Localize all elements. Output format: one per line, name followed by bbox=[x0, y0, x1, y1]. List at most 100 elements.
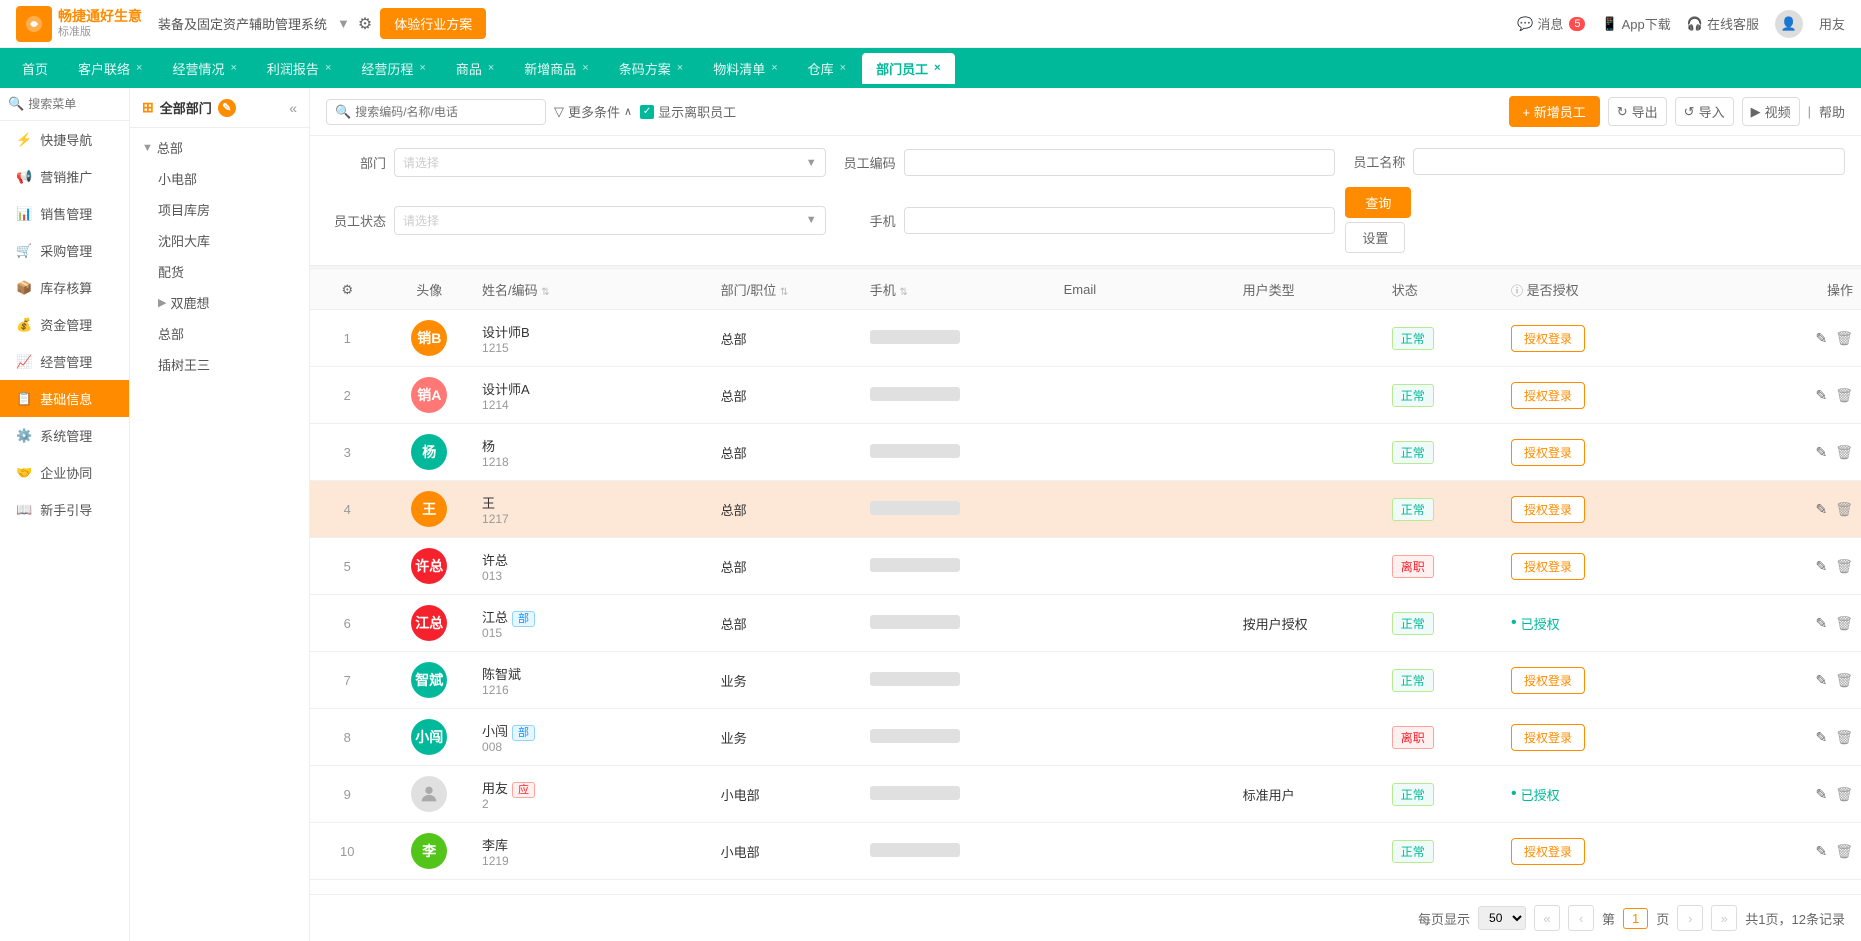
filter-phone-input[interactable] bbox=[904, 207, 1336, 234]
close-history-icon[interactable]: × bbox=[419, 62, 425, 74]
edit-icon[interactable]: ✎ bbox=[1815, 843, 1827, 860]
trial-button[interactable]: 体验行业方案 bbox=[380, 8, 486, 39]
sidebar-item-guide[interactable]: 📖 新手引导 bbox=[0, 491, 129, 528]
sidebar-item-basic[interactable]: 📋 基础信息 bbox=[0, 380, 129, 417]
close-barcode-icon[interactable]: × bbox=[677, 62, 683, 74]
first-page-btn[interactable]: « bbox=[1534, 905, 1560, 931]
settings-gear-icon[interactable]: ⚙ bbox=[341, 282, 353, 297]
phone-sort-icon[interactable]: ⇅ bbox=[899, 287, 907, 298]
close-employees-icon[interactable]: × bbox=[934, 62, 940, 74]
edit-icon[interactable]: ✎ bbox=[1815, 387, 1827, 404]
dept-sort-icon[interactable]: ⇅ bbox=[780, 287, 788, 298]
filter-status-select[interactable]: 请选择 ▼ bbox=[394, 206, 826, 235]
auth-login-button[interactable]: 授权登录 bbox=[1511, 496, 1585, 523]
delete-icon[interactable]: 🗑 bbox=[1835, 330, 1853, 347]
settings-button[interactable]: 设置 bbox=[1345, 222, 1405, 253]
sidebar-item-shortcut[interactable]: ⚡ 快捷导航 bbox=[0, 121, 129, 158]
dept-all-label[interactable]: 全部部门 bbox=[160, 98, 212, 117]
filter-empname-input[interactable] bbox=[1413, 148, 1845, 175]
help-btn[interactable]: 帮助 bbox=[1819, 102, 1845, 121]
tab-barcode[interactable]: 条码方案× bbox=[605, 53, 697, 84]
online-service-btn[interactable]: 🎧 在线客服 bbox=[1687, 14, 1759, 33]
close-goods-icon[interactable]: × bbox=[488, 62, 494, 74]
dept-collapse-btn[interactable]: « bbox=[289, 100, 297, 116]
edit-icon[interactable]: ✎ bbox=[1815, 672, 1827, 689]
sidebar-item-inventory[interactable]: 📦 库存核算 bbox=[0, 269, 129, 306]
system-dropdown-icon[interactable]: ▼ bbox=[337, 16, 350, 31]
close-bom-icon[interactable]: × bbox=[771, 62, 777, 74]
dept-node-chashuwangsan[interactable]: 插树王三 bbox=[130, 349, 309, 380]
message-icon-btn[interactable]: 💬 消息 5 bbox=[1517, 14, 1585, 33]
tab-profit[interactable]: 利润报告× bbox=[253, 53, 345, 84]
sidebar-item-purchase[interactable]: 🛒 采购管理 bbox=[0, 232, 129, 269]
delete-icon[interactable]: 🗑 bbox=[1835, 729, 1853, 746]
delete-icon[interactable]: 🗑 bbox=[1835, 387, 1853, 404]
auth-login-button[interactable]: 授权登录 bbox=[1511, 439, 1585, 466]
close-add-goods-icon[interactable]: × bbox=[582, 62, 588, 74]
name-sort-icon[interactable]: ⇅ bbox=[541, 287, 549, 298]
tab-goods[interactable]: 商品× bbox=[442, 53, 508, 84]
tab-customer[interactable]: 客户联络× bbox=[64, 53, 156, 84]
sidebar-search-input[interactable] bbox=[28, 97, 130, 111]
sidebar-item-marketing[interactable]: 📢 营销推广 bbox=[0, 158, 129, 195]
edit-icon[interactable]: ✎ bbox=[1815, 558, 1827, 575]
delete-icon[interactable]: 🗑 bbox=[1835, 444, 1853, 461]
edit-icon[interactable]: ✎ bbox=[1815, 444, 1827, 461]
resigned-checkbox[interactable]: ✓ bbox=[640, 105, 654, 119]
sidebar-item-operation-mgmt[interactable]: 📈 经营管理 bbox=[0, 343, 129, 380]
show-resigned-toggle[interactable]: ✓ 显示离职员工 bbox=[640, 102, 736, 121]
next-page-btn[interactable]: › bbox=[1677, 905, 1703, 931]
delete-icon[interactable]: 🗑 bbox=[1835, 843, 1853, 860]
auth-login-button[interactable]: 授权登录 bbox=[1511, 667, 1585, 694]
import-button[interactable]: ↺ 导入 bbox=[1675, 97, 1734, 126]
auth-login-button[interactable]: 授权登录 bbox=[1511, 724, 1585, 751]
dept-edit-icon[interactable]: ✎ bbox=[218, 99, 236, 117]
auth-login-button[interactable]: 授权登录 bbox=[1511, 382, 1585, 409]
tab-history[interactable]: 经营历程× bbox=[347, 53, 439, 84]
sidebar-item-finance[interactable]: 💰 资金管理 bbox=[0, 306, 129, 343]
edit-icon[interactable]: ✎ bbox=[1815, 501, 1827, 518]
delete-icon[interactable]: 🗑 bbox=[1835, 615, 1853, 632]
export-button[interactable]: ↻ 导出 bbox=[1608, 97, 1667, 126]
user-avatar[interactable]: 👤 bbox=[1775, 10, 1803, 38]
auth-login-button[interactable]: 授权登录 bbox=[1511, 553, 1585, 580]
edit-icon[interactable]: ✎ bbox=[1815, 786, 1827, 803]
app-download-btn[interactable]: 📱 App下载 bbox=[1601, 14, 1670, 33]
delete-icon[interactable]: 🗑 bbox=[1835, 672, 1853, 689]
edit-icon[interactable]: ✎ bbox=[1815, 729, 1827, 746]
delete-icon[interactable]: 🗑 bbox=[1835, 501, 1853, 518]
search-input[interactable] bbox=[355, 105, 510, 119]
dept-node-headquarters[interactable]: ▼ 总部 bbox=[130, 132, 309, 163]
sidebar-item-sales[interactable]: 📊 销售管理 bbox=[0, 195, 129, 232]
close-operation-icon[interactable]: × bbox=[230, 62, 236, 74]
dept-node-zongbu[interactable]: 总部 bbox=[130, 318, 309, 349]
delete-icon[interactable]: 🗑 bbox=[1835, 786, 1853, 803]
tab-home[interactable]: 首页 bbox=[8, 53, 62, 84]
close-customer-icon[interactable]: × bbox=[136, 62, 142, 74]
page-size-select[interactable]: 50 bbox=[1478, 906, 1526, 930]
dept-node-xiaodianbU[interactable]: 小电部 bbox=[130, 163, 309, 194]
filter-dept-select[interactable]: 请选择 ▼ bbox=[394, 148, 826, 177]
dept-node-project[interactable]: 项目库房 bbox=[130, 194, 309, 225]
close-profit-icon[interactable]: × bbox=[325, 62, 331, 74]
edit-icon[interactable]: ✎ bbox=[1815, 330, 1827, 347]
tab-employees[interactable]: 部门员工× bbox=[862, 53, 954, 84]
dept-node-peihuo[interactable]: 配货 bbox=[130, 256, 309, 287]
gear-icon[interactable]: ⚙ bbox=[358, 14, 372, 34]
delete-icon[interactable]: 🗑 bbox=[1835, 558, 1853, 575]
more-conditions-btn[interactable]: ▽ 更多条件 ∧ bbox=[554, 102, 632, 121]
sidebar-item-system[interactable]: ⚙️ 系统管理 bbox=[0, 417, 129, 454]
view-button[interactable]: ▶ 视频 bbox=[1742, 97, 1800, 126]
prev-page-btn[interactable]: ‹ bbox=[1568, 905, 1594, 931]
last-page-btn[interactable]: » bbox=[1711, 905, 1737, 931]
query-button[interactable]: 查询 bbox=[1345, 187, 1411, 218]
tab-warehouse[interactable]: 仓库× bbox=[794, 53, 860, 84]
tab-operation[interactable]: 经营情况× bbox=[158, 53, 250, 84]
edit-icon[interactable]: ✎ bbox=[1815, 615, 1827, 632]
dept-node-shuangluxiang[interactable]: ▶ 双鹿想 bbox=[130, 287, 309, 318]
dept-node-shenyang[interactable]: 沈阳大库 bbox=[130, 225, 309, 256]
add-employee-button[interactable]: + 新增员工 bbox=[1509, 96, 1600, 127]
tab-add-goods[interactable]: 新增商品× bbox=[510, 53, 602, 84]
auth-login-button[interactable]: 授权登录 bbox=[1511, 838, 1585, 865]
close-warehouse-icon[interactable]: × bbox=[840, 62, 846, 74]
